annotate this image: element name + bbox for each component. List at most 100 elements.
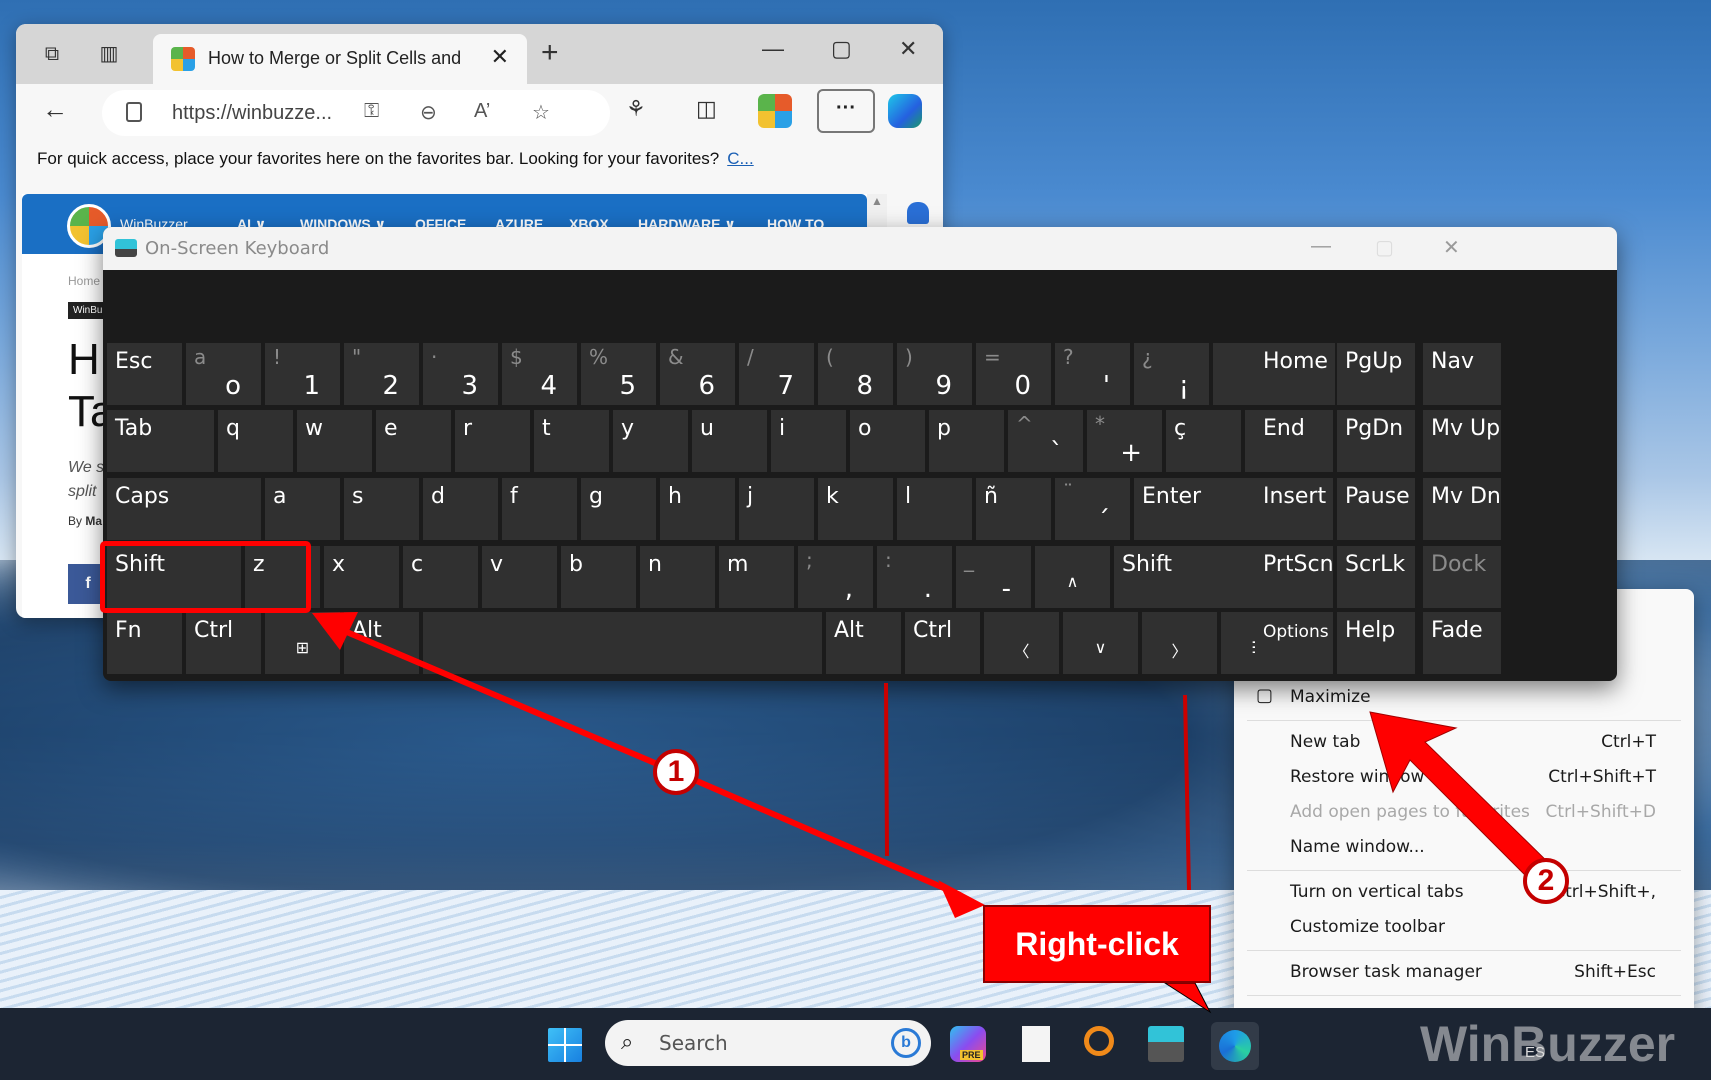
key-c[interactable]: c (403, 546, 478, 608)
key-o[interactable]: o (850, 410, 925, 472)
key-[interactable]: ¿ ¡ (1134, 343, 1209, 405)
key-pgdn[interactable]: PgDn (1337, 410, 1415, 472)
key-1[interactable]: ! 1 (265, 343, 340, 405)
key-g[interactable]: g (581, 478, 656, 540)
key-tab[interactable]: Tab (107, 410, 214, 472)
key-shift[interactable]: Shift (1114, 546, 1274, 608)
scroll-up-icon[interactable]: ▲ (867, 194, 887, 208)
menu-item-browser-task-manager[interactable]: Browser task manager Shift+Esc (1234, 956, 1694, 990)
key-help[interactable]: Help (1337, 612, 1415, 674)
key-4[interactable]: $4 (502, 343, 577, 405)
key-left-arrow[interactable]: 〈 (984, 612, 1059, 674)
zoom-out-icon[interactable]: ⊖ (420, 100, 437, 125)
key-3[interactable]: · 3 (423, 343, 498, 405)
key-fn[interactable]: Fn (107, 612, 182, 674)
key-space[interactable] (423, 612, 822, 674)
key-s[interactable]: s (344, 478, 419, 540)
key-h[interactable]: h (660, 478, 735, 540)
key-[interactable]: ñ (976, 478, 1051, 540)
notepad-icon[interactable] (1022, 1026, 1050, 1062)
key-icon[interactable]: ⚿ (364, 100, 379, 123)
key-dock[interactable]: Dock (1423, 546, 1501, 608)
key-ctrl[interactable]: Ctrl (905, 612, 980, 674)
key-5[interactable]: % 5 (581, 343, 656, 405)
key-x[interactable]: x (324, 546, 399, 608)
key-windows[interactable]: ⊞ (265, 612, 340, 674)
magnifier-icon[interactable] (1084, 1026, 1114, 1056)
lock-icon[interactable] (126, 102, 142, 122)
byline-author[interactable]: Ma (85, 514, 102, 528)
key-k[interactable]: k (818, 478, 893, 540)
key-alt[interactable]: Alt (826, 612, 901, 674)
read-aloud-icon[interactable]: A’ (474, 100, 490, 123)
key-7[interactable]: /7 (739, 343, 814, 405)
key-e[interactable]: e (376, 410, 451, 472)
key-scrlk[interactable]: ScrLk (1337, 546, 1415, 608)
key-6[interactable]: & 6 (660, 343, 735, 405)
key-d[interactable]: d (423, 478, 498, 540)
key-insert[interactable]: Insert (1255, 478, 1333, 540)
key-f[interactable]: f (502, 478, 577, 540)
key-home[interactable]: Home (1255, 343, 1333, 405)
copilot-taskbar-icon[interactable]: PRE (950, 1026, 986, 1062)
key-2[interactable]: " 2 (344, 343, 419, 405)
start-button[interactable] (548, 1028, 582, 1062)
key-q[interactable]: q (218, 410, 293, 472)
key-end[interactable]: End (1255, 410, 1333, 472)
key-n[interactable]: n (640, 546, 715, 608)
key-l[interactable]: l (897, 478, 972, 540)
key-v[interactable]: v (482, 546, 557, 608)
key-u[interactable]: u (692, 410, 767, 472)
address-bar[interactable]: https://winbuzze... ⚿ ⊖ A’ ☆ (102, 90, 610, 136)
key-right-arrow[interactable]: 〉 (1142, 612, 1217, 674)
key-[interactable]: ;, (798, 546, 873, 608)
osk-minimize-button[interactable]: — (1311, 235, 1331, 258)
osk-maximize-button[interactable]: ▢ (1375, 235, 1394, 260)
osk-close-button[interactable]: ✕ (1443, 235, 1460, 260)
key-m[interactable]: m (719, 546, 794, 608)
tab-active[interactable]: How to Merge or Split Cells and Tables i… (153, 34, 527, 84)
favorite-star-icon[interactable]: ☆ (532, 100, 550, 125)
key-[interactable]: :. (877, 546, 952, 608)
key-nav[interactable]: Nav (1423, 343, 1501, 405)
extensions-icon[interactable]: ⚘ (626, 96, 646, 122)
key-alt[interactable]: Alt (344, 612, 419, 674)
copilot-icon[interactable] (888, 94, 922, 128)
category-badge[interactable]: WinBu (68, 302, 108, 319)
maximize-button[interactable]: ▢ (831, 36, 852, 62)
key-prtscn[interactable]: PrtScn (1255, 546, 1334, 608)
key-mv-up[interactable]: Mv Up (1423, 410, 1501, 472)
key-fade[interactable]: Fade (1423, 612, 1501, 674)
key-[interactable]: ? ' (1055, 343, 1130, 405)
key-8[interactable]: (8 (818, 343, 893, 405)
key-o[interactable]: ao (186, 343, 261, 405)
menu-item-customize-toolbar[interactable]: Customize toolbar (1234, 911, 1694, 945)
key-b[interactable]: b (561, 546, 636, 608)
key-w[interactable]: w (297, 410, 372, 472)
key-a[interactable]: a (265, 478, 340, 540)
key-y[interactable]: y (613, 410, 688, 472)
key-p[interactable]: p (929, 410, 1004, 472)
key-up-arrow[interactable]: ∧ (1035, 546, 1110, 608)
osk-title-bar[interactable]: On-Screen Keyboard — ▢ ✕ (103, 227, 1617, 270)
new-tab-button[interactable]: + (541, 36, 559, 70)
key-9[interactable]: ) 9 (897, 343, 972, 405)
key-esc[interactable]: Esc (107, 343, 182, 405)
key-r[interactable]: r (455, 410, 530, 472)
key-[interactable]: * + (1087, 410, 1162, 472)
key-[interactable]: _ - (956, 546, 1031, 608)
taskbar-search[interactable]: ⌕ Search b (605, 1020, 931, 1066)
key-mv-dn[interactable]: Mv Dn (1423, 478, 1501, 540)
bing-icon[interactable]: b (891, 1028, 921, 1058)
settings-and-more-button[interactable]: ··· (817, 89, 875, 133)
menu-item-name-window[interactable]: Name window... (1234, 831, 1694, 865)
key-caps[interactable]: Caps (107, 478, 261, 540)
key-down-arrow[interactable]: ∨ (1063, 612, 1138, 674)
edge-taskbar-icon[interactable] (1211, 1022, 1259, 1070)
back-button[interactable]: ← (42, 94, 68, 125)
key-ctrl[interactable]: Ctrl (186, 612, 261, 674)
breadcrumb[interactable]: Home (68, 274, 100, 288)
winbuzzer-extension-icon[interactable] (758, 94, 792, 128)
split-screen-icon[interactable]: ◫ (696, 96, 717, 122)
key-i[interactable]: i (771, 410, 846, 472)
